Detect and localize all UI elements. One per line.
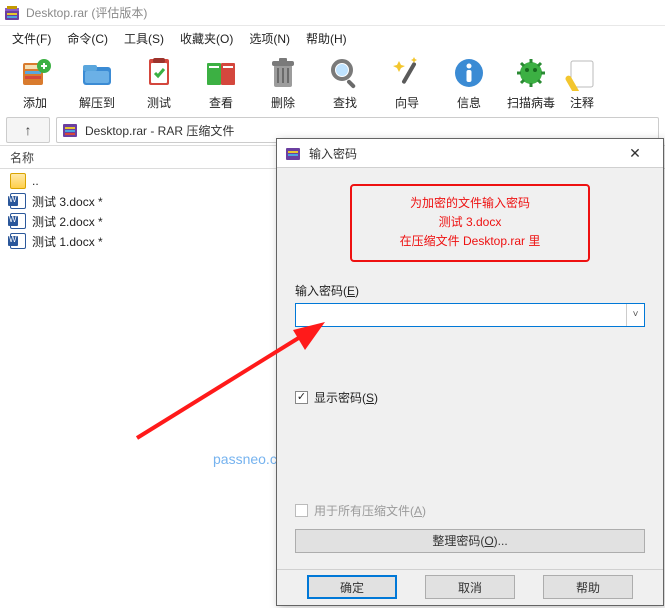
comment-icon <box>563 54 601 92</box>
menu-options[interactable]: 选项(N) <box>241 27 298 50</box>
menu-tools[interactable]: 工具(S) <box>116 27 172 50</box>
test-icon <box>140 54 178 92</box>
checkbox-checked-icon: ✓ <box>295 391 308 404</box>
show-password-checkbox[interactable]: ✓ 显示密码(S) <box>295 389 645 406</box>
dialog-icon <box>285 145 301 161</box>
notice-line2: 测试 3.docx <box>362 213 578 232</box>
menubar: 文件(F) 命令(C) 工具(S) 收藏夹(O) 选项(N) 帮助(H) <box>0 26 665 51</box>
archive-icon <box>61 121 79 139</box>
manage-passwords-button[interactable]: 整理密码(O)... <box>295 529 645 553</box>
password-dropdown-button[interactable]: ˅ <box>626 304 644 326</box>
dialog-notice: 为加密的文件输入密码 测试 3.docx 在压缩文件 Desktop.rar 里 <box>350 184 590 262</box>
extract-icon <box>78 54 116 92</box>
dialog-button-row: 确定 取消 帮助 <box>277 569 663 605</box>
ok-button[interactable]: 确定 <box>307 575 397 599</box>
window-title: Desktop.rar (评估版本) <box>26 4 147 21</box>
tool-view[interactable]: 查看 <box>190 54 252 114</box>
tool-add[interactable]: 添加 <box>4 54 66 114</box>
password-input[interactable] <box>296 304 626 326</box>
notice-line1: 为加密的文件输入密码 <box>362 194 578 213</box>
folder-up-icon <box>10 173 26 189</box>
tool-find[interactable]: 查找 <box>314 54 376 114</box>
wizard-icon <box>388 54 426 92</box>
tool-comment[interactable]: 注释 <box>562 54 602 114</box>
address-text: Desktop.rar - RAR 压缩文件 <box>85 122 234 139</box>
menu-commands[interactable]: 命令(C) <box>59 27 116 50</box>
notice-line3: 在压缩文件 Desktop.rar 里 <box>362 232 578 251</box>
docx-icon <box>10 193 26 209</box>
show-password-label: 显示密码(S) <box>314 389 378 406</box>
tool-virus[interactable]: 扫描病毒 <box>500 54 562 114</box>
apply-all-checkbox[interactable]: 用于所有压缩文件(A) <box>295 502 645 519</box>
virus-icon <box>512 54 550 92</box>
find-icon <box>326 54 364 92</box>
dialog-close-button[interactable]: ✕ <box>615 139 655 167</box>
close-icon: ✕ <box>629 145 641 162</box>
toolbar: 添加 解压到 测试 查看 删除 查找 向导 <box>0 51 665 115</box>
docx-icon <box>10 213 26 229</box>
tool-delete[interactable]: 删除 <box>252 54 314 114</box>
password-combo: ˅ <box>295 303 645 327</box>
up-arrow-icon: ↑ <box>25 122 32 138</box>
dialog-body: 为加密的文件输入密码 测试 3.docx 在压缩文件 Desktop.rar 里… <box>277 168 663 569</box>
menu-help[interactable]: 帮助(H) <box>298 27 355 50</box>
info-icon <box>450 54 488 92</box>
menu-file[interactable]: 文件(F) <box>4 27 59 50</box>
watermark: passneo.cn <box>213 451 285 467</box>
titlebar: Desktop.rar (评估版本) <box>0 0 665 26</box>
dialog-titlebar[interactable]: 输入密码 ✕ <box>277 139 663 168</box>
delete-icon <box>264 54 302 92</box>
column-name[interactable]: 名称 <box>0 149 44 166</box>
add-icon <box>16 54 54 92</box>
chevron-down-icon: ˅ <box>633 309 639 320</box>
tool-wizard[interactable]: 向导 <box>376 54 438 114</box>
help-button[interactable]: 帮助 <box>543 575 633 599</box>
view-icon <box>202 54 240 92</box>
tool-test[interactable]: 测试 <box>128 54 190 114</box>
menu-favorites[interactable]: 收藏夹(O) <box>172 27 241 50</box>
apply-all-label: 用于所有压缩文件(A) <box>314 502 426 519</box>
app-icon <box>4 5 20 21</box>
dialog-title: 输入密码 <box>309 145 607 162</box>
checkbox-unchecked-icon <box>295 504 308 517</box>
tool-extract[interactable]: 解压到 <box>66 54 128 114</box>
cancel-button[interactable]: 取消 <box>425 575 515 599</box>
docx-icon <box>10 233 26 249</box>
password-dialog: 输入密码 ✕ 为加密的文件输入密码 测试 3.docx 在压缩文件 Deskto… <box>276 138 664 606</box>
tool-info[interactable]: 信息 <box>438 54 500 114</box>
up-button[interactable]: ↑ <box>6 117 50 143</box>
password-label: 输入密码(E) <box>295 282 645 299</box>
